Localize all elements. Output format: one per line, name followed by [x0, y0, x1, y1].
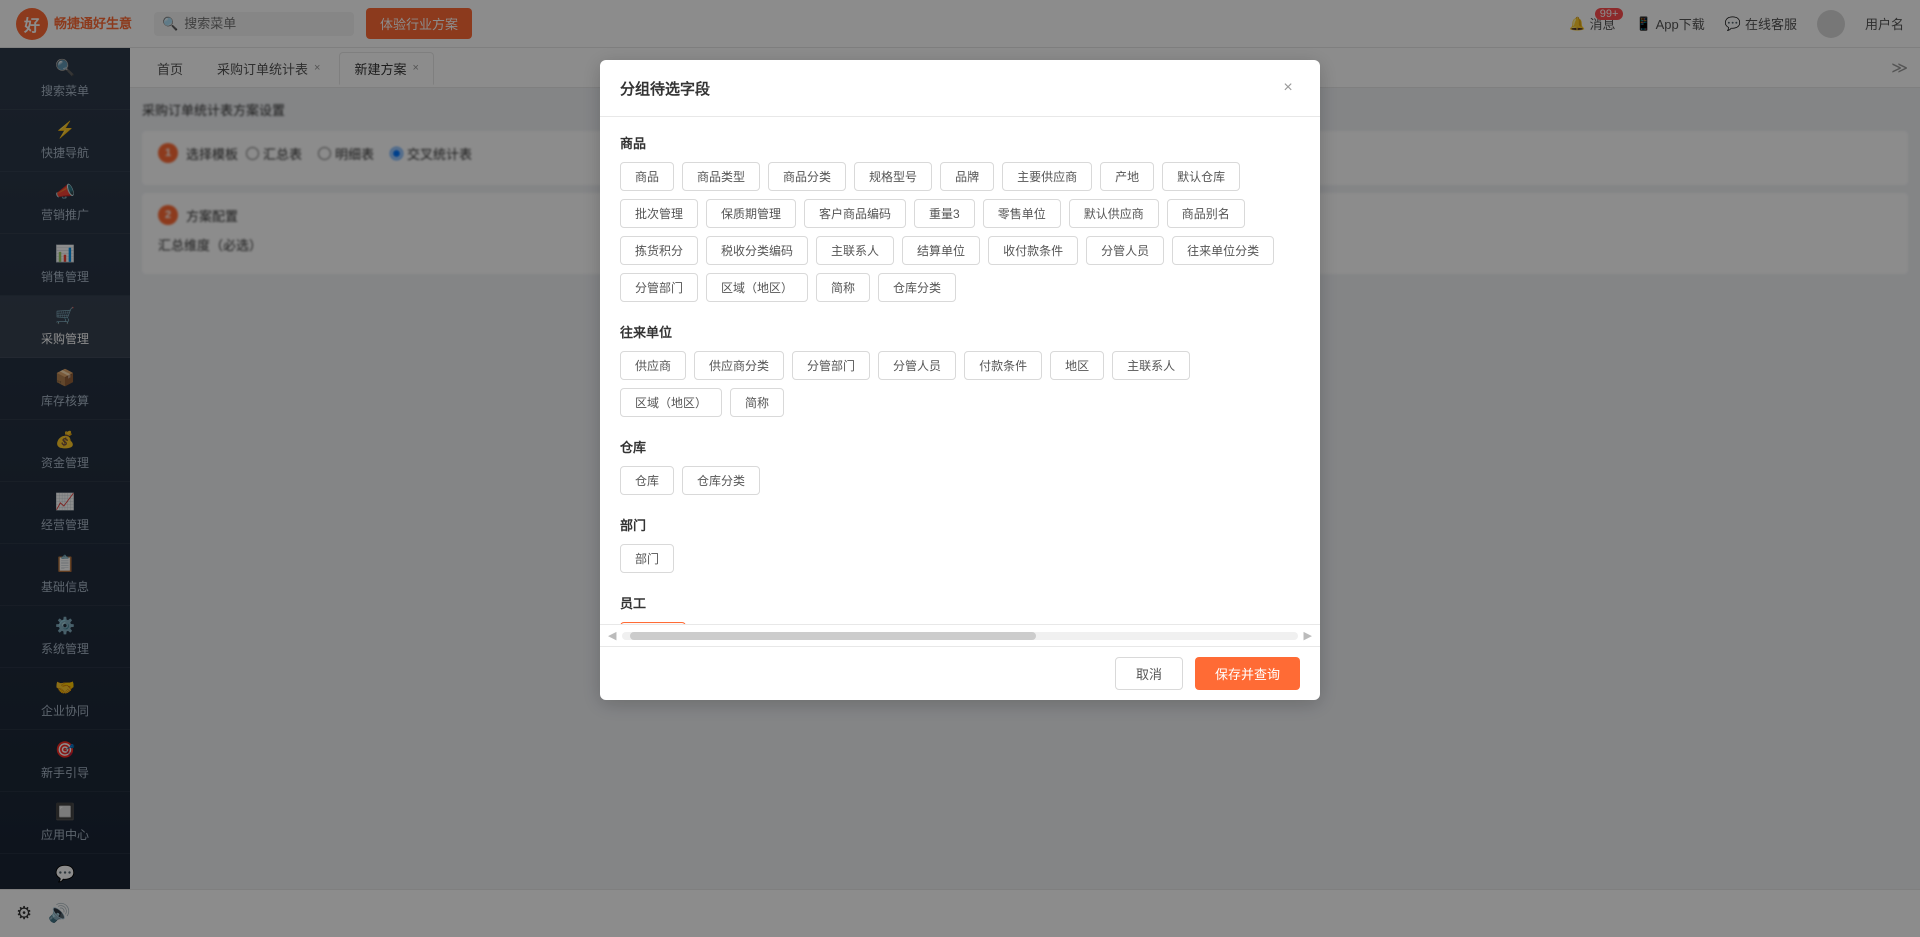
field-tag[interactable]: 分管人员 [1086, 236, 1164, 265]
field-tag[interactable]: 仓库 [620, 466, 674, 495]
field-tag[interactable]: 往来单位分类 [1172, 236, 1274, 265]
cancel-btn[interactable]: 取消 [1115, 657, 1183, 690]
field-tag[interactable]: 分管部门 [792, 351, 870, 380]
field-tag[interactable]: 品牌 [940, 162, 994, 191]
field-tag[interactable]: 简称 [730, 388, 784, 417]
field-tag[interactable]: 客户商品编码 [804, 199, 906, 228]
field-tags-warehouse: 仓库仓库分类 [620, 466, 1300, 495]
field-tag[interactable]: 结算单位 [902, 236, 980, 265]
field-tag[interactable]: 付款条件 [964, 351, 1042, 380]
modal-header: 分组待选字段 × [600, 60, 1320, 117]
section-label-warehouse: 仓库 [620, 437, 1300, 456]
field-tag[interactable]: 商品别名 [1167, 199, 1245, 228]
horizontal-scrollbar[interactable] [622, 632, 1297, 640]
field-section-warehouse: 仓库仓库仓库分类 [620, 437, 1300, 495]
section-label-counterparts: 往来单位 [620, 322, 1300, 341]
modal-title: 分组待选字段 [620, 78, 710, 99]
field-tag[interactable]: 商品类型 [682, 162, 760, 191]
save-btn[interactable]: 保存并查询 [1195, 657, 1300, 690]
field-tag[interactable]: 仓库分类 [878, 273, 956, 302]
modal-overlay: 分组待选字段 × 商品商品商品类型商品分类规格型号品牌主要供应商产地默认仓库批次… [0, 0, 1920, 937]
field-tag[interactable]: 区域（地区） [620, 388, 722, 417]
field-tag[interactable]: 主联系人 [816, 236, 894, 265]
field-tag[interactable]: 主联系人 [1112, 351, 1190, 380]
field-select-modal: 分组待选字段 × 商品商品商品类型商品分类规格型号品牌主要供应商产地默认仓库批次… [600, 60, 1320, 700]
field-tag[interactable]: 供应商 [620, 351, 686, 380]
field-tag[interactable]: 部门 [620, 544, 674, 573]
field-tag[interactable]: 规格型号 [854, 162, 932, 191]
section-label-department: 部门 [620, 515, 1300, 534]
field-section-staff: 员工业务员 [620, 593, 1300, 624]
field-section-department: 部门部门 [620, 515, 1300, 573]
field-tag[interactable]: 保质期管理 [706, 199, 796, 228]
field-tags-counterparts: 供应商供应商分类分管部门分管人员付款条件地区主联系人区域（地区） 简称 [620, 351, 1300, 417]
field-tag[interactable]: 商品 [620, 162, 674, 191]
field-tag[interactable]: 分管部门 [620, 273, 698, 302]
field-tag[interactable]: 拣货积分 [620, 236, 698, 265]
field-tag[interactable]: 简称 [816, 273, 870, 302]
modal-body: 商品商品商品类型商品分类规格型号品牌主要供应商产地默认仓库批次管理保质期管理客户… [600, 117, 1320, 624]
modal-footer: 取消 保存并查询 [600, 646, 1320, 700]
section-label-products: 商品 [620, 133, 1300, 152]
field-tag[interactable]: 主要供应商 [1002, 162, 1092, 191]
field-tag[interactable]: 重量3 [914, 199, 975, 228]
field-tag[interactable]: 仓库分类 [682, 466, 760, 495]
field-tag[interactable]: 零售单位 [983, 199, 1061, 228]
field-tag[interactable]: 默认仓库 [1162, 162, 1240, 191]
field-section-products: 商品商品商品类型商品分类规格型号品牌主要供应商产地默认仓库批次管理保质期管理客户… [620, 133, 1300, 302]
field-tags-products: 商品商品类型商品分类规格型号品牌主要供应商产地默认仓库批次管理保质期管理客户商品… [620, 162, 1300, 302]
field-tag[interactable]: 区域（地区） [706, 273, 808, 302]
section-label-staff: 员工 [620, 593, 1300, 612]
field-tag[interactable]: 税收分类编码 [706, 236, 808, 265]
field-tag[interactable]: 默认供应商 [1069, 199, 1159, 228]
field-tag[interactable]: 地区 [1050, 351, 1104, 380]
field-tags-department: 部门 [620, 544, 1300, 573]
field-tag[interactable]: 产地 [1100, 162, 1154, 191]
field-section-counterparts: 往来单位供应商供应商分类分管部门分管人员付款条件地区主联系人区域（地区） 简称 [620, 322, 1300, 417]
modal-close-btn[interactable]: × [1276, 76, 1300, 100]
field-tag[interactable]: 商品分类 [768, 162, 846, 191]
hscroll-thumb [630, 632, 1035, 640]
field-tag[interactable]: 供应商分类 [694, 351, 784, 380]
field-tag[interactable]: 分管人员 [878, 351, 956, 380]
field-tag[interactable]: 收付款条件 [988, 236, 1078, 265]
field-tag[interactable]: 批次管理 [620, 199, 698, 228]
modal-hscroll[interactable]: ◀ ▶ [600, 624, 1320, 646]
